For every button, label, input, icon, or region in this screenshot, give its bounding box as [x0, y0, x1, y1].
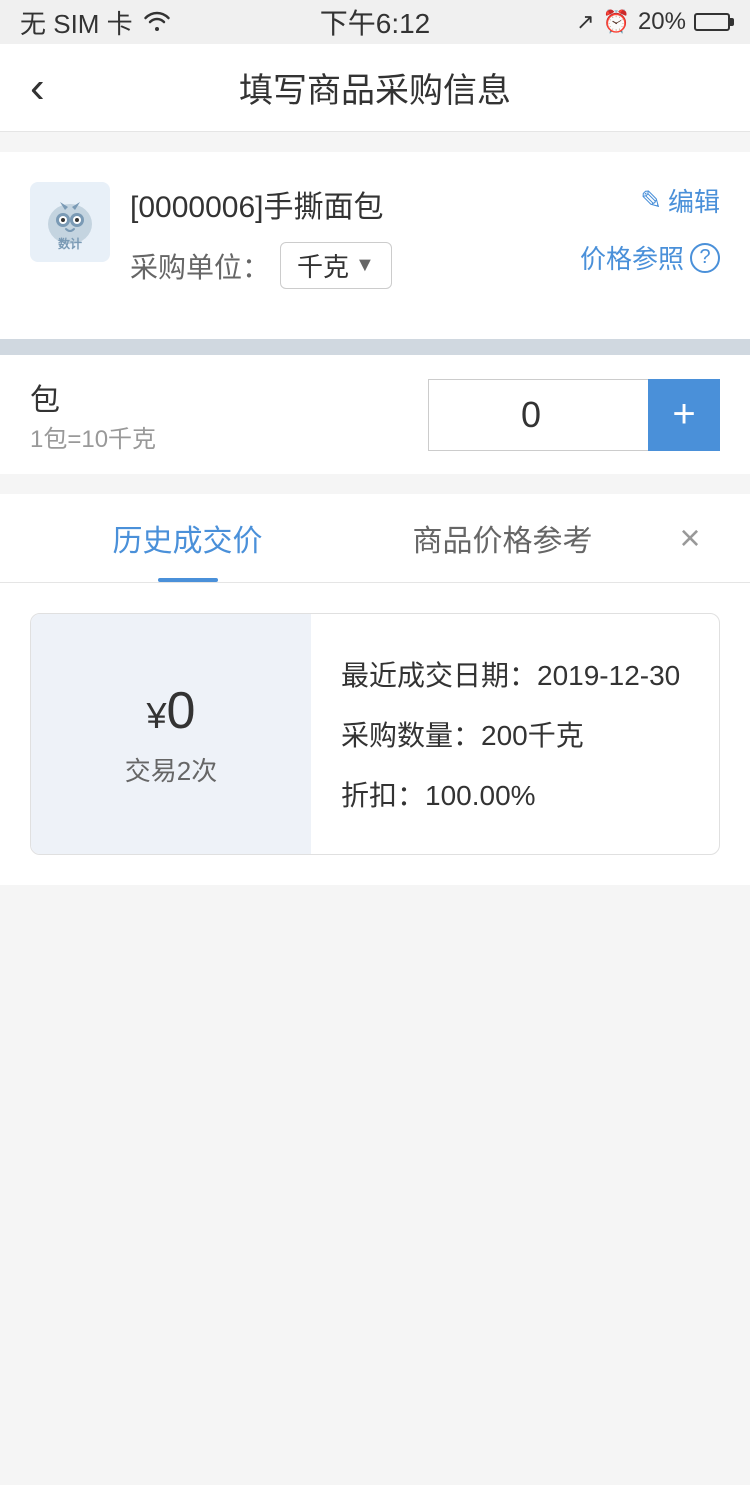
- price-ref-label: 价格参照: [580, 239, 684, 276]
- price-display: ¥0: [147, 681, 196, 741]
- product-details: [0000006]手撕面包 采购单位： 千克 ▼: [130, 182, 392, 289]
- product-right-col: ✎ 编辑 价格参照 ?: [580, 182, 720, 276]
- tab-product-price-ref[interactable]: 商品价格参考: [345, 494, 660, 582]
- discount-value: 100.00%: [425, 780, 536, 811]
- status-left: 无 SIM 卡: [20, 4, 171, 41]
- nav-bar: ‹ 填写商品采购信息: [0, 44, 750, 132]
- status-bar: 无 SIM 卡 下午6:12 ↗ ⏰ 20%: [0, 0, 750, 44]
- recent-date-label: 最近成交日期：: [341, 660, 537, 691]
- battery-percent: 20%: [638, 8, 686, 36]
- section-divider: [0, 339, 750, 355]
- discount-item: 折扣：100.00%: [341, 774, 689, 814]
- page-title: 填写商品采购信息: [239, 63, 511, 112]
- product-section: 数计 [0000006]手撕面包 采购单位： 千克 ▼ ✎ 编辑: [0, 152, 750, 339]
- card-right: 最近成交日期：2019-12-30 采购数量：200千克 折扣：100.00%: [311, 614, 719, 854]
- discount-label: 折扣：: [341, 780, 425, 811]
- wifi-icon: [143, 7, 171, 38]
- location-icon: ↗: [576, 9, 594, 35]
- transaction-count: 交易2次: [125, 751, 217, 788]
- card-container: ¥0 交易2次 最近成交日期：2019-12-30 采购数量：200千克 折扣：…: [0, 583, 750, 885]
- recent-date-value: 2019-12-30: [537, 660, 680, 691]
- back-button[interactable]: ‹: [30, 63, 90, 113]
- status-right: ↗ ⏰ 20%: [576, 8, 730, 36]
- product-info-left: 数计 [0000006]手撕面包 采购单位： 千克 ▼: [30, 182, 392, 289]
- price-card: ¥0 交易2次 最近成交日期：2019-12-30 采购数量：200千克 折扣：…: [30, 613, 720, 855]
- unit-value: 千克: [297, 247, 349, 284]
- purchase-qty-item: 采购数量：200千克: [341, 714, 689, 754]
- unit-select[interactable]: 千克 ▼: [280, 242, 392, 289]
- quantity-input-group: +: [428, 379, 720, 451]
- tab-history-price-label: 历史成交价: [113, 516, 263, 560]
- purchase-qty-label: 采购数量：: [341, 720, 481, 751]
- edit-icon: ✎: [640, 185, 662, 216]
- card-left: ¥0 交易2次: [31, 614, 311, 854]
- quantity-unit-label: 包: [30, 375, 156, 419]
- status-time: 下午6:12: [320, 2, 431, 42]
- price-currency: ¥: [147, 695, 167, 736]
- quantity-section: 包 1包=10千克 +: [0, 355, 750, 474]
- quantity-plus-button[interactable]: +: [648, 379, 720, 451]
- svg-text:数计: 数计: [58, 236, 82, 251]
- edit-button[interactable]: ✎ 编辑: [640, 182, 720, 219]
- recent-date-item: 最近成交日期：2019-12-30: [341, 654, 689, 694]
- tabs-header: 历史成交价 商品价格参考 ×: [0, 494, 750, 583]
- product-header: 数计 [0000006]手撕面包 采购单位： 千克 ▼ ✎ 编辑: [30, 182, 720, 289]
- price-ref-button[interactable]: 价格参照 ?: [580, 239, 720, 276]
- battery-icon: [694, 13, 730, 31]
- tab-product-price-ref-label: 商品价格参考: [413, 516, 593, 560]
- price-amount: 0: [167, 682, 196, 740]
- tab-close-button[interactable]: ×: [660, 494, 720, 582]
- alarm-icon: ⏰: [603, 9, 630, 35]
- tabs-section: 历史成交价 商品价格参考 × ¥0 交易2次 最近成交日期：2019-12-30…: [0, 494, 750, 885]
- quantity-label-group: 包 1包=10千克: [30, 375, 156, 454]
- product-unit-row: 采购单位： 千克 ▼: [130, 242, 392, 289]
- quantity-conversion-label: 1包=10千克: [30, 419, 156, 454]
- price-ref-help-icon: ?: [690, 243, 720, 273]
- bottom-area: [0, 885, 750, 1485]
- product-logo-icon: 数计: [40, 192, 100, 252]
- edit-label: 编辑: [668, 182, 720, 219]
- purchase-qty-value: 200千克: [481, 720, 584, 751]
- unit-arrow-icon: ▼: [355, 254, 375, 277]
- quantity-input[interactable]: [428, 379, 648, 451]
- tab-history-price[interactable]: 历史成交价: [30, 494, 345, 582]
- product-name: [0000006]手撕面包: [130, 182, 392, 226]
- no-sim-text: 无 SIM 卡: [20, 4, 133, 41]
- product-thumbnail: 数计: [30, 182, 110, 262]
- unit-label: 采购单位：: [130, 246, 270, 286]
